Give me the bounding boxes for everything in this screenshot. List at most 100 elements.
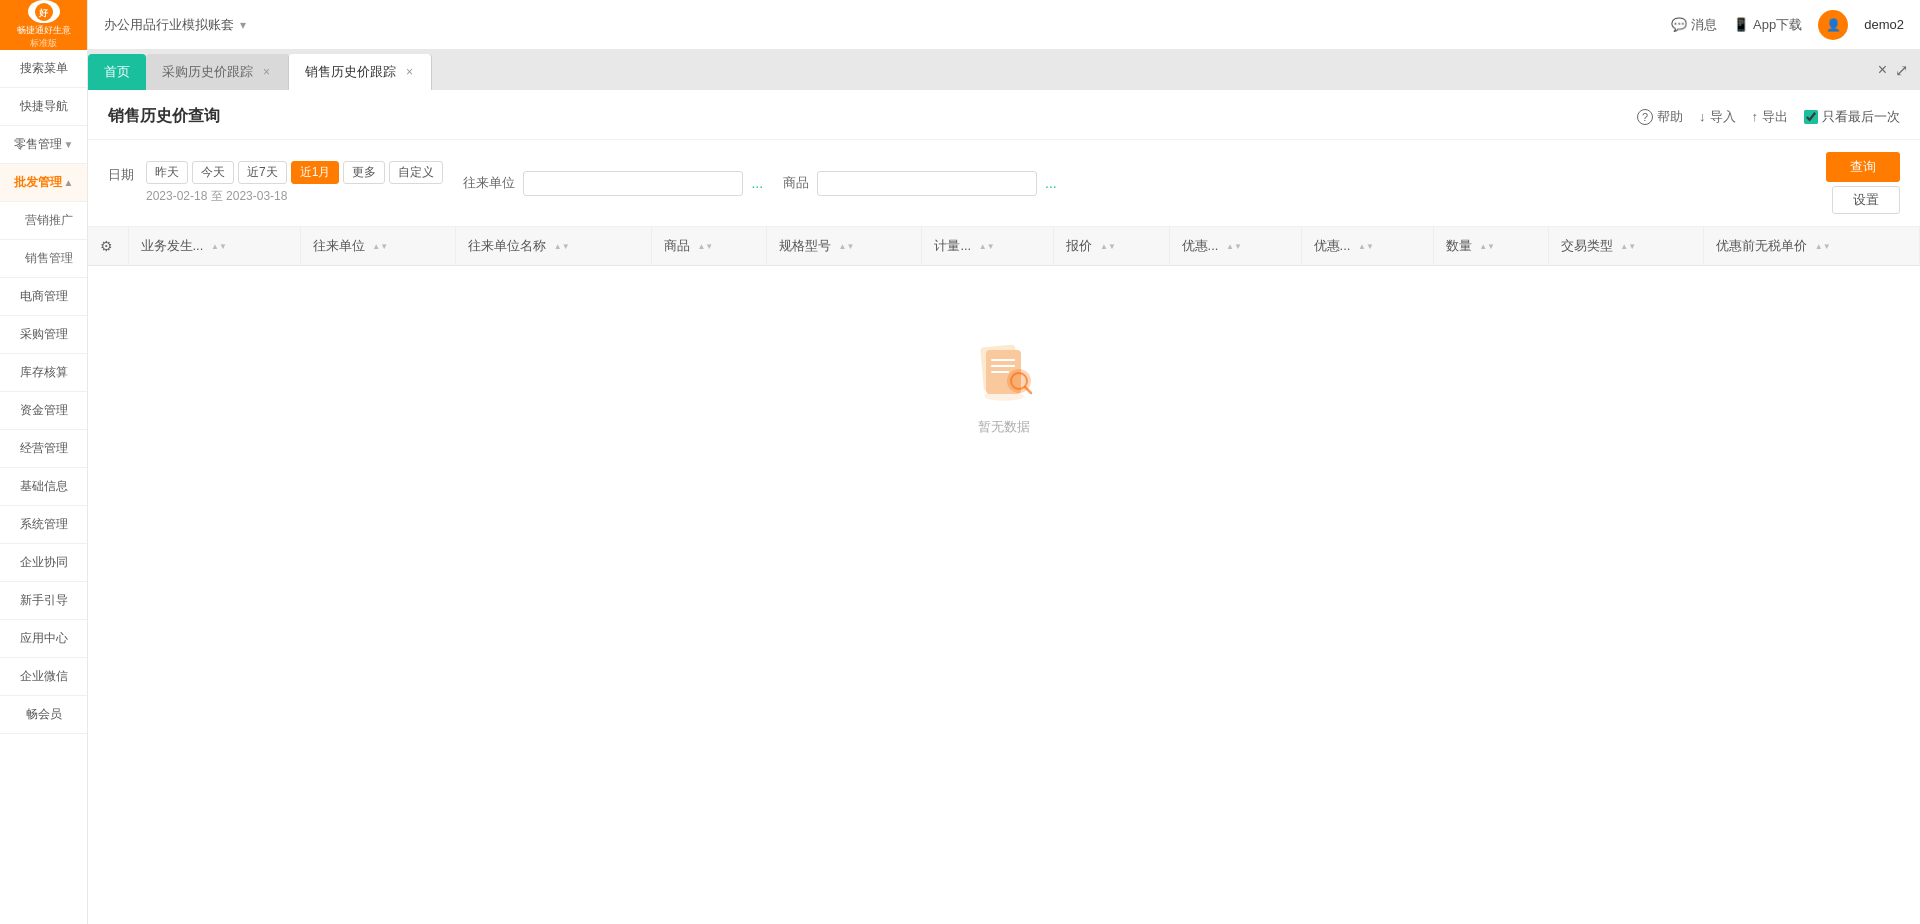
tab-purchase-history-close[interactable]: ×: [261, 63, 272, 81]
th-trade-type[interactable]: 交易类型 ▲▼: [1548, 227, 1703, 266]
page-header-actions: ? 帮助 ↓ 导入 ↑ 导出 只看最后一次: [1637, 108, 1900, 126]
wholesale-mgmt-arrow: ▲: [64, 177, 74, 188]
query-button[interactable]: 查询: [1826, 152, 1900, 182]
sidebar-item-enterprise-wechat[interactable]: 企业微信: [0, 658, 87, 696]
tab-sales-history-label: 销售历史价跟踪: [305, 63, 396, 81]
company-dropdown-icon[interactable]: ▾: [240, 18, 246, 32]
tab-bar: 首页 采购历史价跟踪 × 销售历史价跟踪 × × ⤢: [88, 50, 1920, 90]
tab-sales-history-close[interactable]: ×: [404, 63, 415, 81]
date-range-text: 2023-02-18 至 2023-03-18: [146, 188, 443, 205]
date-btn-last7days[interactable]: 近7天: [238, 161, 287, 184]
sidebar-item-member[interactable]: 畅会员: [0, 696, 87, 734]
help-action[interactable]: ? 帮助: [1637, 108, 1683, 126]
date-btn-yesterday[interactable]: 昨天: [146, 161, 188, 184]
contact-code-sort-icon: ▲▼: [372, 242, 388, 251]
help-icon: ?: [1637, 109, 1653, 125]
retail-mgmt-arrow: ▼: [64, 139, 74, 150]
th-contact-code[interactable]: 往来单位 ▲▼: [300, 227, 455, 266]
sidebar-item-system-mgmt[interactable]: 系统管理: [0, 506, 87, 544]
product-filter-input[interactable]: [817, 171, 1037, 196]
th-discount1[interactable]: 优惠... ▲▼: [1169, 227, 1301, 266]
spec-sort-icon: ▲▼: [839, 242, 855, 251]
help-label: 帮助: [1657, 108, 1683, 126]
th-price-label: 报价: [1066, 238, 1092, 253]
contact-filter-dots[interactable]: ...: [751, 175, 763, 191]
message-action[interactable]: 💬 消息: [1671, 16, 1717, 34]
discount2-sort-icon: ▲▼: [1358, 242, 1374, 251]
app-download-action[interactable]: 📱 App下载: [1733, 16, 1802, 34]
quantity-sort-icon: ▲▼: [1479, 242, 1495, 251]
sidebar-item-retail-mgmt[interactable]: 零售管理 ▼: [0, 126, 87, 164]
tab-home-label: 首页: [104, 63, 130, 81]
th-unit[interactable]: 计量... ▲▼: [922, 227, 1054, 266]
tab-sales-history[interactable]: 销售历史价跟踪 ×: [289, 54, 432, 90]
product-filter-dots[interactable]: ...: [1045, 175, 1057, 191]
date-filters: 昨天 今天 近7天 近1月 更多 自定义 2023-02-18 至 2023-0…: [146, 161, 443, 205]
th-discount2[interactable]: 优惠... ▲▼: [1301, 227, 1433, 266]
sidebar-item-search-menu[interactable]: 搜索菜单: [0, 50, 87, 88]
th-spec[interactable]: 规格型号 ▲▼: [766, 227, 921, 266]
app-download-icon: 📱: [1733, 17, 1749, 32]
sidebar-item-purchase-mgmt[interactable]: 采购管理: [0, 316, 87, 354]
sidebar-item-operations[interactable]: 经营管理: [0, 430, 87, 468]
th-pretax-price[interactable]: 优惠前无税单价 ▲▼: [1704, 227, 1920, 266]
sidebar-item-quick-nav[interactable]: 快捷导航: [0, 88, 87, 126]
th-product[interactable]: 商品 ▲▼: [651, 227, 766, 266]
tab-window-actions: × ⤢: [1866, 50, 1920, 90]
date-btn-more[interactable]: 更多: [343, 161, 385, 184]
filter-row-date: 日期 昨天 今天 近7天 近1月 更多 自定义 2023-02-18 至 202…: [108, 161, 443, 205]
import-action[interactable]: ↓ 导入: [1699, 108, 1736, 126]
message-icon: 💬: [1671, 17, 1687, 32]
app-logo[interactable]: 好 畅捷通好生意 标准版: [0, 0, 87, 50]
last-only-label: 只看最后一次: [1822, 108, 1900, 126]
topbar-title: 办公用品行业模拟账套 ▾: [104, 16, 1659, 34]
date-btn-today[interactable]: 今天: [192, 161, 234, 184]
th-price[interactable]: 报价 ▲▼: [1054, 227, 1169, 266]
app-name: 畅捷通好生意: [17, 25, 71, 36]
date-btn-custom[interactable]: 自定义: [389, 161, 443, 184]
th-spec-label: 规格型号: [779, 238, 831, 253]
sidebar-item-ecom-mgmt[interactable]: 电商管理: [0, 278, 87, 316]
maximize-window-icon[interactable]: ⤢: [1895, 61, 1908, 80]
export-action[interactable]: ↑ 导出: [1752, 108, 1789, 126]
trade-type-sort-icon: ▲▼: [1620, 242, 1636, 251]
table-settings-gear-icon[interactable]: ⚙: [100, 238, 113, 254]
import-label: 导入: [1710, 108, 1736, 126]
contact-filter-input[interactable]: [523, 171, 743, 196]
sidebar-item-finance[interactable]: 资金管理: [0, 392, 87, 430]
filter-area: 日期 昨天 今天 近7天 近1月 更多 自定义 2023-02-18 至 202…: [88, 140, 1920, 227]
sidebar-item-app-center[interactable]: 应用中心: [0, 620, 87, 658]
message-label: 消息: [1691, 16, 1717, 34]
close-window-icon[interactable]: ×: [1878, 61, 1887, 79]
retail-mgmt-label: 零售管理: [14, 136, 62, 153]
sidebar-item-wholesale-mgmt[interactable]: 批发管理 ▲: [0, 164, 87, 202]
th-contact-name[interactable]: 往来单位名称 ▲▼: [456, 227, 652, 266]
discount1-sort-icon: ▲▼: [1226, 242, 1242, 251]
username: demo2: [1864, 17, 1904, 32]
page-title: 销售历史价查询: [108, 106, 220, 127]
tab-home[interactable]: 首页: [88, 54, 146, 90]
page-content: 销售历史价查询 ? 帮助 ↓ 导入 ↑ 导出 只看最后一次: [88, 90, 1920, 924]
date-btn-last1month[interactable]: 近1月: [291, 161, 340, 184]
app-edition: 标准版: [30, 37, 57, 50]
sidebar-item-newbie-guide[interactable]: 新手引导: [0, 582, 87, 620]
price-sort-icon: ▲▼: [1100, 242, 1116, 251]
settings-button[interactable]: 设置: [1832, 186, 1900, 214]
user-avatar[interactable]: 👤: [1818, 10, 1848, 40]
date-btn-group: 昨天 今天 近7天 近1月 更多 自定义: [146, 161, 443, 184]
tab-purchase-history[interactable]: 采购历史价跟踪 ×: [146, 54, 289, 90]
sidebar-item-marketing[interactable]: 营销推广: [0, 202, 87, 240]
app-download-label: App下载: [1753, 16, 1802, 34]
sidebar-item-enterprise-agreement[interactable]: 企业协同: [0, 544, 87, 582]
sidebar-item-inventory[interactable]: 库存核算: [0, 354, 87, 392]
export-label: 导出: [1762, 108, 1788, 126]
sidebar-item-sales-mgmt[interactable]: 销售管理: [0, 240, 87, 278]
empty-state-text: 暂无数据: [978, 418, 1030, 436]
main-content: 办公用品行业模拟账套 ▾ 💬 消息 📱 App下载 👤 demo2 首页 采购历…: [88, 0, 1920, 924]
table-area: ⚙ 业务发生... ▲▼ 往来单位 ▲▼ 往来单位名称 ▲▼: [88, 227, 1920, 924]
th-biz-date-label: 业务发生...: [141, 238, 204, 253]
sidebar-item-basic-info[interactable]: 基础信息: [0, 468, 87, 506]
th-biz-date[interactable]: 业务发生... ▲▼: [128, 227, 300, 266]
last-only-checkbox[interactable]: [1804, 110, 1818, 124]
th-quantity[interactable]: 数量 ▲▼: [1433, 227, 1548, 266]
